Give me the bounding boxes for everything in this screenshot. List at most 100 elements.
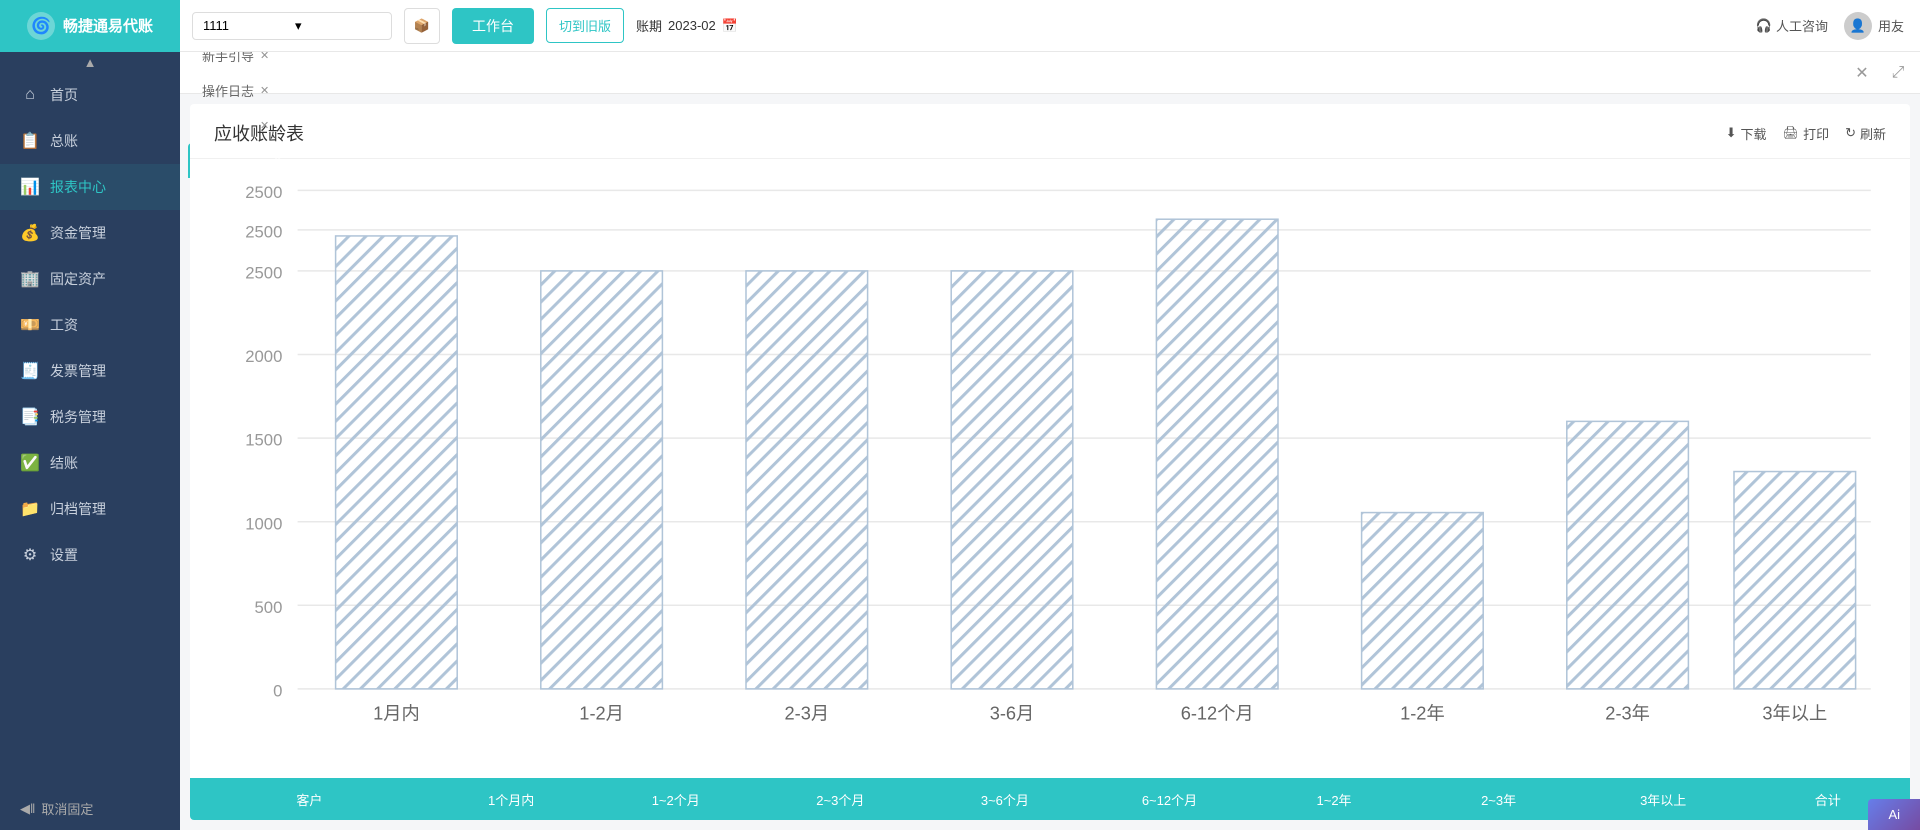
table-th-1: 1个月内 [429, 790, 594, 809]
tab-label-oplog: 操作日志 [202, 81, 254, 100]
sidebar-label-assets: 固定资产 [50, 269, 106, 289]
svg-text:6-12个月: 6-12个月 [1181, 702, 1254, 723]
avatar-icon: 👤 [1850, 18, 1866, 34]
bar-3-6月 [951, 271, 1073, 689]
sidebar-item-ledger[interactable]: 📋 总账 [0, 118, 180, 164]
tax-icon: 📑 [20, 407, 40, 427]
bar-chart: 0 500 1000 1500 2000 2500 2500 [214, 175, 1886, 762]
workbench-button[interactable]: 工作台 [452, 8, 534, 44]
tab-oplog[interactable]: 操作日志 ✕ [188, 73, 296, 108]
sidebar-item-archive[interactable]: 📁归档管理 [0, 486, 180, 532]
settings-icon: ⚙ [20, 545, 40, 565]
download-icon: ⬇ [1726, 125, 1737, 141]
sidebar-item-payroll[interactable]: 💴 工资 [0, 302, 180, 348]
close-icon: ✅ [20, 453, 40, 473]
download-label: 下载 [1741, 124, 1767, 143]
sidebar-label-payroll: 工资 [50, 315, 78, 335]
main-layout: ▲ ⌂ 首页 📋 总账 📊 报表中心 💰 资金管理 🏢固定资产 💴 工资 🧾发票管理 📑 税务管理 ✅ 结账 📁… [0, 52, 1920, 830]
chart-area: 0 500 1000 1500 2000 2500 2500 [190, 159, 1910, 778]
sidebar-item-tax[interactable]: 📑 税务管理 [0, 394, 180, 440]
bar-2-3月 [746, 271, 868, 689]
user-area[interactable]: 👤 用友 [1844, 12, 1904, 40]
sidebar-label-funds: 资金管理 [50, 223, 106, 243]
close-all-tabs-button[interactable]: ✕ [1848, 59, 1876, 87]
print-button[interactable]: 🖨打印 [1783, 124, 1830, 143]
expand-button[interactable]: ⤢ [1884, 59, 1912, 87]
sidebar-label-ledger: 总账 [50, 131, 78, 151]
svg-text:1月内: 1月内 [373, 702, 420, 723]
headset-icon: 🎧 [1756, 18, 1772, 34]
table-th-4: 3~6个月 [923, 790, 1088, 809]
archive-btn[interactable]: 📦 [404, 8, 440, 44]
table-th-8: 3年以上 [1581, 790, 1746, 809]
svg-text:1000: 1000 [245, 514, 282, 533]
tab-guide[interactable]: 新手引导✕ [188, 52, 296, 73]
table-th-2: 1~2个月 [593, 790, 758, 809]
svg-text:2000: 2000 [245, 347, 282, 366]
svg-text:2500: 2500 [245, 183, 282, 202]
cancel-fixed-button[interactable]: ◀‖ 取消固定 [0, 787, 180, 830]
logo-icon: 🌀 [27, 12, 55, 40]
pin-icon: ◀‖ [20, 801, 35, 817]
reports-icon: 📊 [20, 177, 40, 197]
payroll-icon: 💴 [20, 315, 40, 335]
sidebar-item-close[interactable]: ✅ 结账 [0, 440, 180, 486]
sidebar-item-assets[interactable]: 🏢固定资产 [0, 256, 180, 302]
period-label: 账期 [636, 16, 662, 35]
ai-badge[interactable]: Ai [1868, 799, 1920, 830]
table-th-6: 1~2年 [1252, 790, 1417, 809]
download-button[interactable]: ⬇下载 [1726, 124, 1767, 143]
calendar-icon[interactable]: 📅 [722, 18, 738, 34]
title-actions: ⬇下载 🖨打印 ↻刷新 [1726, 124, 1886, 143]
cancel-fixed-label: 取消固定 [41, 799, 93, 818]
sidebar-items: ⌂ 首页 📋 总账 📊 报表中心 💰 资金管理 🏢固定资产 💴 工资 🧾发票管理 📑 税务管理 ✅ 结账 📁归档… [0, 72, 180, 578]
svg-text:2-3月: 2-3月 [785, 702, 830, 723]
svg-text:2-3年: 2-3年 [1605, 702, 1650, 723]
switch-version-button[interactable]: 切到旧版 [546, 8, 624, 43]
bar-3年以上 [1734, 472, 1856, 689]
table-th-7: 2~3年 [1416, 790, 1581, 809]
archive-icon: 📦 [414, 18, 430, 34]
sidebar-item-home[interactable]: ⌂ 首页 [0, 72, 180, 118]
sidebar-label-tax: 税务管理 [50, 407, 106, 427]
sidebar-item-funds[interactable]: 💰 资金管理 [0, 210, 180, 256]
tab-close-oplog[interactable]: ✕ [260, 84, 269, 97]
svg-text:2500: 2500 [245, 264, 282, 283]
sidebar-label-invoice: 发票管理 [50, 361, 106, 381]
bar-1月内 [336, 236, 458, 689]
refresh-button[interactable]: ↻刷新 [1845, 124, 1886, 143]
page-title: 应收账龄表 [214, 120, 304, 146]
sidebar-label-settings: 设置 [50, 545, 78, 565]
dropdown-icon: ▾ [295, 18, 381, 34]
sidebar-item-invoice[interactable]: 🧾发票管理 [0, 348, 180, 394]
bar-1-2年 [1362, 513, 1484, 689]
refresh-label: 刷新 [1860, 124, 1886, 143]
sidebar-label-archive: 归档管理 [50, 499, 106, 519]
company-select[interactable]: 1111 ▾ [192, 12, 392, 40]
sidebar-scroll-up[interactable]: ▲ [0, 52, 180, 72]
table-th-3: 2~3个月 [758, 790, 923, 809]
sidebar-item-reports[interactable]: 📊 报表中心 [0, 164, 180, 210]
sidebar-label-home: 首页 [50, 85, 78, 105]
sidebar-label-reports: 报表中心 [50, 177, 106, 197]
consult-button[interactable]: 🎧 人工咨询 [1756, 16, 1828, 35]
tab-actions: ✕ ⤢ [1848, 59, 1912, 87]
company-name: 1111 [203, 18, 289, 33]
sidebar-item-settings[interactable]: ⚙ 设置 [0, 532, 180, 578]
funds-icon: 💰 [20, 223, 40, 243]
avatar: 👤 [1844, 12, 1872, 40]
sidebar-label-close: 结账 [50, 453, 78, 473]
svg-text:3-6月: 3-6月 [990, 702, 1035, 723]
svg-text:3年以上: 3年以上 [1762, 702, 1827, 723]
bottom-table-header: 客户1个月内1~2个月2~3个月3~6个月6~12个月1~2年2~3年3年以上合… [190, 778, 1910, 820]
tab-close-period-close[interactable]: ✕ [260, 119, 269, 132]
logo: 🌀 畅捷通易代账 [0, 0, 180, 52]
print-icon: 🖨 [1783, 125, 1800, 141]
page-title-bar: 应收账龄表 ⬇下载 🖨打印 ↻刷新 [190, 104, 1910, 159]
top-header: 🌀 畅捷通易代账 1111 ▾ 📦 工作台 切到旧版 账期 2023-02 📅 … [0, 0, 1920, 52]
tab-close-guide[interactable]: ✕ [260, 52, 269, 62]
refresh-icon: ↻ [1845, 125, 1856, 141]
ledger-icon: 📋 [20, 131, 40, 151]
home-icon: ⌂ [20, 86, 40, 104]
header-right: 🎧 人工咨询 👤 用友 [1756, 12, 1904, 40]
